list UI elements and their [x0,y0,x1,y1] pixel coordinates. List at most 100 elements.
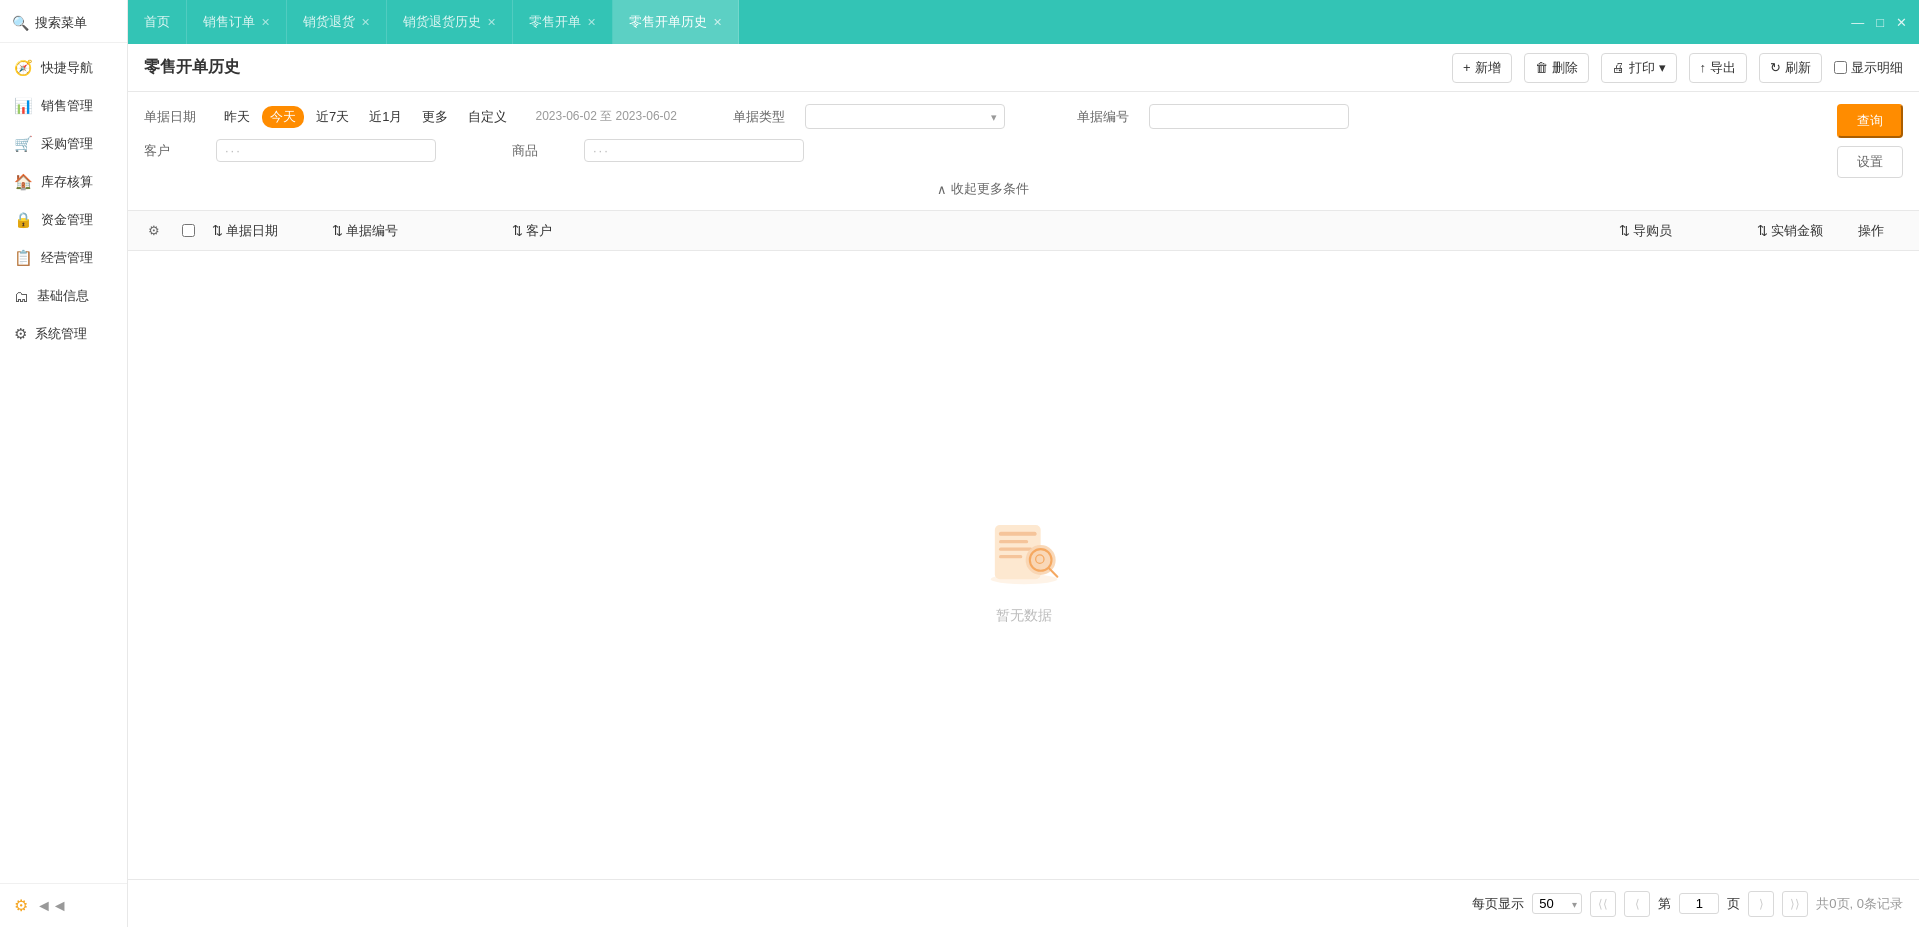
th-billno[interactable]: ⇅ 单据编号 [324,222,504,240]
sidebar-item-label: 快捷导航 [41,59,93,77]
filter-with-actions: 单据日期 昨天 今天 近7天 近1月 更多 自定义 2023-06-02 至 2… [144,104,1903,202]
first-page-button[interactable]: ⟨⟨ [1590,891,1616,917]
tab-label: 销货退货历史 [403,13,481,31]
prev-page-button[interactable]: ⟨ [1624,891,1650,917]
page-label-post: 页 [1727,895,1740,913]
th-amount[interactable]: ⇅ 实销金额 [1711,222,1831,240]
filter-date-options: 昨天 今天 近7天 近1月 更多 自定义 [216,106,515,128]
th-ops-text: 操作 [1858,222,1884,240]
th-salesperson[interactable]: ⇅ 导购员 [1611,222,1711,240]
last-page-button[interactable]: ⟩⟩ [1782,891,1808,917]
tab-sales-order[interactable]: 销售订单 ✕ [187,0,287,44]
sidebar-item-jichu[interactable]: 🗂 基础信息 [0,277,127,315]
display-detail-label: 显示明细 [1851,59,1903,77]
refresh-button[interactable]: ↻ 刷新 [1759,53,1822,83]
tab-sales-return-hist[interactable]: 销货退货历史 ✕ [387,0,513,44]
sidebar-item-kuaijie[interactable]: 🧭 快捷导航 [0,49,127,87]
sidebar-item-label: 经营管理 [41,249,93,267]
sidebar-item-jingying[interactable]: 📋 经营管理 [0,239,127,277]
nav-icon: 🗂 [14,288,29,305]
th-customer-text: 客户 [526,222,552,240]
tab-retail-open-hist[interactable]: 零售开单历史 ✕ [613,0,739,44]
bill-no-input[interactable] [1149,104,1349,129]
sidebar-item-xiaoshou[interactable]: 📊 销售管理 [0,87,127,125]
svg-rect-2 [999,532,1037,536]
sidebar-item-kucun[interactable]: 🏠 库存核算 [0,163,127,201]
customer-input[interactable]: ··· [216,139,436,162]
table-select-all[interactable] [172,224,204,237]
sidebar-search[interactable]: 🔍 搜索菜单 [0,0,127,43]
collapse-icon: ∧ [937,182,947,197]
export-label: 导出 [1710,59,1736,77]
tab-retail-open[interactable]: 零售开单 ✕ [513,0,613,44]
sidebar-item-caigou[interactable]: 🛒 采购管理 [0,125,127,163]
collapse-filter-button[interactable]: ∧ 收起更多条件 [925,176,1041,202]
goods-dots: ··· [593,143,610,158]
print-icon: 🖨 [1612,60,1625,75]
delete-button[interactable]: 🗑 删除 [1524,53,1589,83]
nav-icon: 🧭 [14,59,33,77]
date-opt-today[interactable]: 今天 [262,106,304,128]
nav-icon: 🏠 [14,173,33,191]
date-opt-yesterday[interactable]: 昨天 [216,106,258,128]
th-date[interactable]: ⇅ 单据日期 [204,222,324,240]
gear-icon[interactable]: ⚙ [14,896,28,915]
date-opt-custom[interactable]: 自定义 [460,106,515,128]
total-info: 共0页, 0条记录 [1816,895,1903,913]
window-controls: — □ ✕ [1839,0,1919,44]
page-number-input[interactable] [1679,893,1719,914]
tab-close-icon[interactable]: ✕ [261,16,270,29]
date-opt-more[interactable]: 更多 [414,106,456,128]
print-button[interactable]: 🖨 打印 ▾ [1601,53,1677,83]
toolbar: 零售开单历史 + 新增 🗑 删除 🖨 打印 ▾ ↑ 导出 ↻ 刷新 [128,44,1919,92]
add-button[interactable]: + 新增 [1452,53,1512,83]
select-all-checkbox[interactable] [182,224,195,237]
export-button[interactable]: ↑ 导出 [1689,53,1748,83]
sidebar-item-label: 库存核算 [41,173,93,191]
minimize-button[interactable]: — [1851,15,1864,30]
close-button[interactable]: ✕ [1896,15,1907,30]
sidebar-item-label: 基础信息 [37,287,89,305]
empty-icon [974,505,1074,595]
page-label-pre: 第 [1658,895,1671,913]
display-detail-checkbox[interactable]: 显示明细 [1834,59,1903,77]
maximize-button[interactable]: □ [1876,15,1884,30]
delete-label: 删除 [1552,59,1578,77]
svg-rect-5 [999,555,1022,558]
bill-type-select[interactable] [805,104,1005,129]
toolbar-actions: + 新增 🗑 删除 🖨 打印 ▾ ↑ 导出 ↻ 刷新 显示明细 [1452,53,1903,83]
collapse-sidebar-icon[interactable]: ◄◄ [36,897,68,915]
page-size-select[interactable]: 50 100 200 [1532,893,1582,914]
print-label: 打印 [1629,59,1655,77]
date-opt-1month[interactable]: 近1月 [361,106,410,128]
settings-button[interactable]: 设置 [1837,146,1903,178]
add-label: 新增 [1475,59,1501,77]
th-customer-sort: ⇅ [512,223,523,238]
tab-close-icon[interactable]: ✕ [587,16,596,29]
tab-label: 销货退货 [303,13,355,31]
tab-close-icon[interactable]: ✕ [713,16,722,29]
refresh-label: 刷新 [1785,59,1811,77]
th-customer[interactable]: ⇅ 客户 [504,222,1611,240]
search-icon: 🔍 [12,15,29,31]
next-page-button[interactable]: ⟩ [1748,891,1774,917]
collapse-label: 收起更多条件 [951,180,1029,198]
customer-dots: ··· [225,143,242,158]
th-billno-sort: ⇅ [332,223,343,238]
tab-close-icon[interactable]: ✕ [361,16,370,29]
print-chevron-icon: ▾ [1659,60,1666,75]
display-detail-input[interactable] [1834,61,1847,74]
th-date-label: ⇅ [212,223,223,238]
date-opt-7days[interactable]: 近7天 [308,106,357,128]
tab-sales-return[interactable]: 销货退货 ✕ [287,0,387,44]
sidebar-item-zijin[interactable]: 🔒 资金管理 [0,201,127,239]
tab-home[interactable]: 首页 [128,0,187,44]
bill-no-label: 单据编号 [1077,108,1133,126]
table-area: ⚙ ⇅ 单据日期 ⇅ 单据编号 ⇅ 客户 ⇅ 导购员 ⇅ 实销金额 [128,211,1919,879]
sidebar-item-xitong[interactable]: ⚙ 系统管理 [0,315,127,353]
query-button[interactable]: 查询 [1837,104,1903,138]
goods-input[interactable]: ··· [584,139,804,162]
sidebar: 🔍 搜索菜单 🧭 快捷导航 📊 销售管理 🛒 采购管理 🏠 库存核算 🔒 资金管… [0,0,128,927]
table-settings-icon[interactable]: ⚙ [136,223,172,238]
tab-close-icon[interactable]: ✕ [487,16,496,29]
